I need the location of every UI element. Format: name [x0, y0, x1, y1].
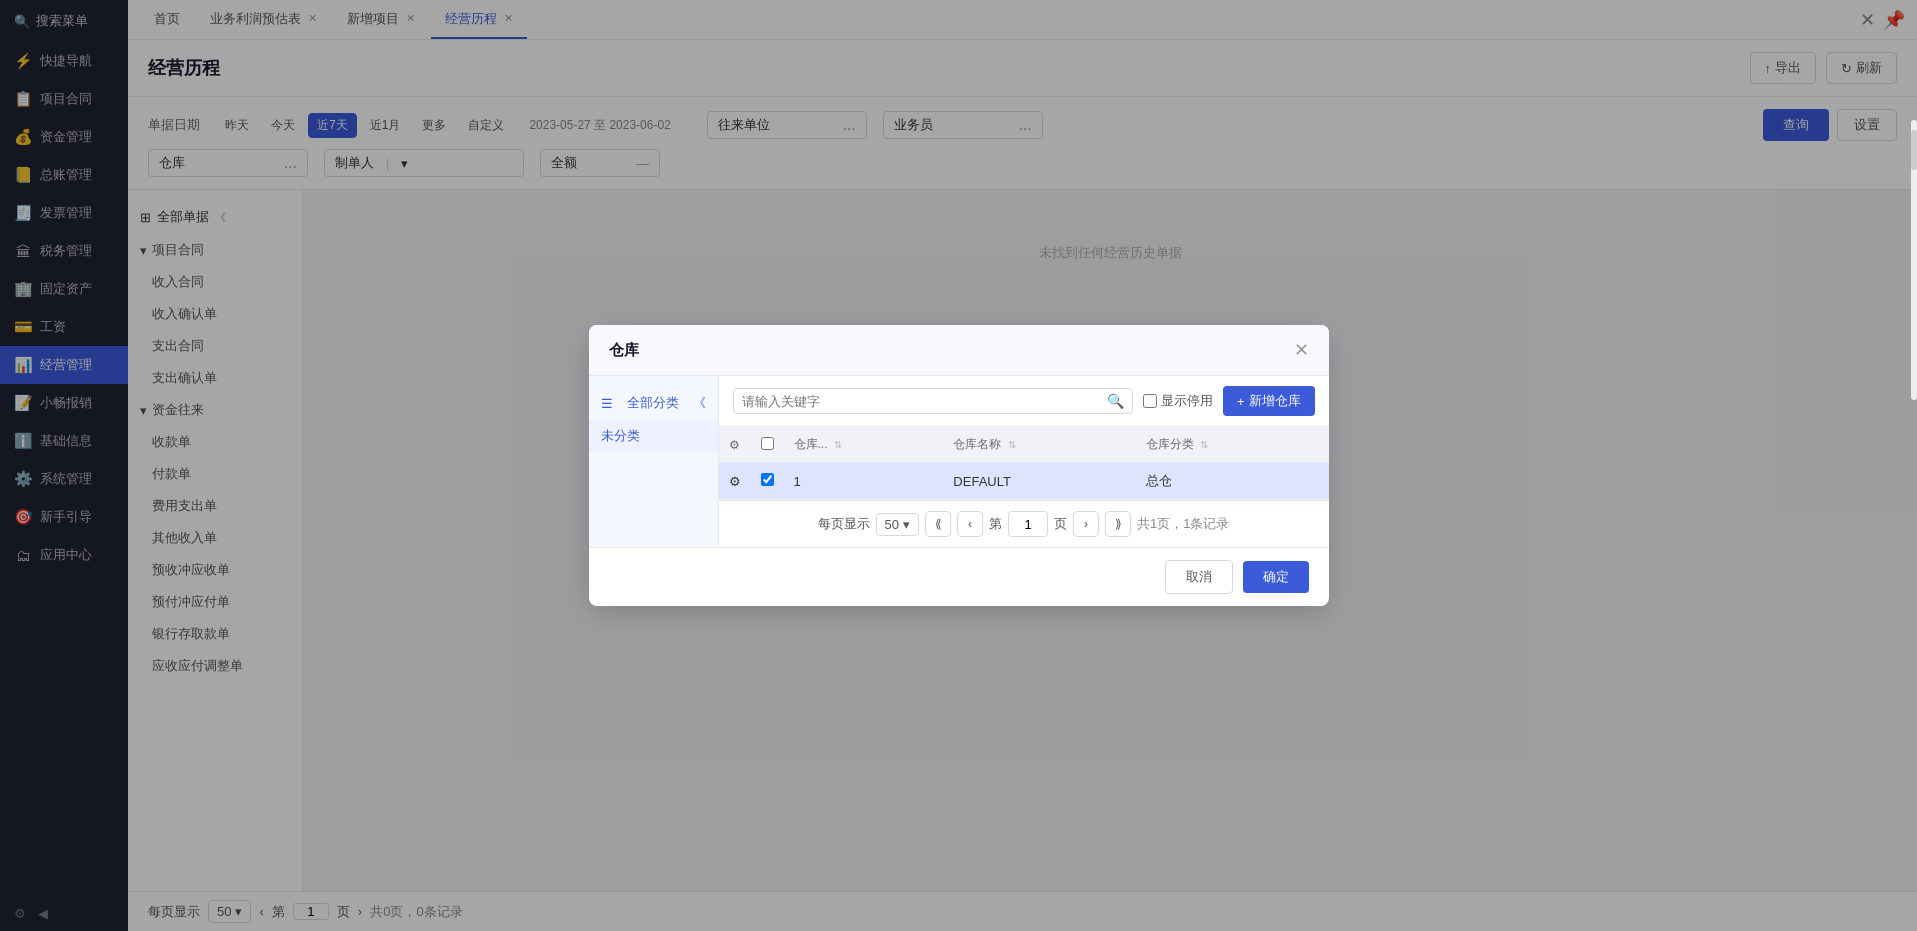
warehouse-table: ⚙ 仓库... ⇅ 仓库名称: [719, 427, 1329, 500]
th-name: 仓库名称 ⇅: [943, 427, 1136, 463]
modal-footer: 取消 确定: [589, 547, 1329, 606]
modal-page-suffix: 页: [1054, 515, 1067, 533]
show-disabled-label: 显示停用: [1161, 392, 1213, 410]
th-no: 仓库... ⇅: [784, 427, 944, 463]
modal-prev-page-btn[interactable]: ‹: [957, 511, 983, 537]
settings-icon: ⚙: [729, 438, 740, 452]
add-warehouse-label: 新增仓库: [1249, 392, 1301, 410]
modal-body: ☰ 全部分类 《 未分类 🔍: [589, 376, 1329, 547]
modal-page-input[interactable]: [1008, 511, 1048, 537]
modal-page-label: 第: [989, 515, 1002, 533]
th-category: 仓库分类 ⇅: [1136, 427, 1329, 463]
modal-first-page-btn[interactable]: ⟪: [925, 511, 951, 537]
modal-toolbar: 🔍 显示停用 + 新增仓库: [719, 376, 1329, 427]
search-icon: 🔍: [1107, 393, 1124, 409]
td-row-settings[interactable]: ⚙: [719, 463, 751, 500]
select-all-checkbox[interactable]: [761, 437, 774, 450]
modal-overlay[interactable]: 仓库 ✕ ☰ 全部分类 《 未分类: [0, 0, 1917, 931]
collapse-left-icon[interactable]: 《: [693, 394, 706, 412]
plus-icon: +: [1237, 394, 1245, 409]
modal-all-category[interactable]: ☰ 全部分类 《: [589, 386, 718, 420]
td-row-check[interactable]: [751, 463, 784, 500]
modal-table: ⚙ 仓库... ⇅ 仓库名称: [719, 427, 1329, 500]
modal-right-panel: 🔍 显示停用 + 新增仓库: [719, 376, 1329, 547]
modal-uncategorized[interactable]: 未分类: [589, 420, 718, 452]
modal-per-page-select[interactable]: 50 ▾: [876, 513, 919, 536]
modal-search-input[interactable]: [742, 394, 1101, 409]
modal-confirm-button[interactable]: 确定: [1243, 561, 1309, 593]
show-disabled-group: 显示停用: [1143, 392, 1213, 410]
all-category-icon: ☰: [601, 396, 613, 411]
all-category-label: 全部分类: [627, 394, 679, 412]
table-header-row: ⚙ 仓库... ⇅ 仓库名称: [719, 427, 1329, 463]
table-row[interactable]: ⚙ 1 DEFAULT 总仓: [719, 463, 1329, 500]
add-warehouse-button[interactable]: + 新增仓库: [1223, 386, 1315, 416]
name-sort-icon[interactable]: ⇅: [1008, 439, 1016, 450]
modal-left-panel: ☰ 全部分类 《 未分类: [589, 376, 719, 547]
warehouse-table-body: ⚙ 1 DEFAULT 总仓: [719, 463, 1329, 500]
modal-search-box[interactable]: 🔍: [733, 388, 1133, 414]
modal-close-btn[interactable]: ✕: [1294, 339, 1309, 361]
modal-per-page-label: 每页显示: [818, 515, 870, 533]
show-disabled-checkbox[interactable]: [1143, 394, 1157, 408]
modal-pagination: 每页显示 50 ▾ ⟪ ‹ 第 页 › ⟫ 共1页，1条记录: [719, 500, 1329, 547]
warehouse-modal: 仓库 ✕ ☰ 全部分类 《 未分类: [589, 325, 1329, 606]
modal-header: 仓库 ✕: [589, 325, 1329, 376]
th-check: [751, 427, 784, 463]
category-sort-icon[interactable]: ⇅: [1200, 439, 1208, 450]
row-checkbox[interactable]: [761, 473, 774, 486]
modal-title: 仓库: [609, 341, 639, 360]
modal-per-page-dropdown: ▾: [903, 517, 910, 532]
modal-next-page-btn[interactable]: ›: [1073, 511, 1099, 537]
modal-cancel-button[interactable]: 取消: [1165, 560, 1233, 594]
row-settings-icon: ⚙: [729, 474, 741, 489]
td-row-name: 总仓: [1136, 463, 1329, 500]
modal-total: 共1页，1条记录: [1137, 515, 1229, 533]
td-row-no: 1: [784, 463, 944, 500]
td-row-code: DEFAULT: [943, 463, 1136, 500]
no-sort-icon[interactable]: ⇅: [834, 439, 842, 450]
modal-last-page-btn[interactable]: ⟫: [1105, 511, 1131, 537]
th-settings[interactable]: ⚙: [719, 427, 751, 463]
